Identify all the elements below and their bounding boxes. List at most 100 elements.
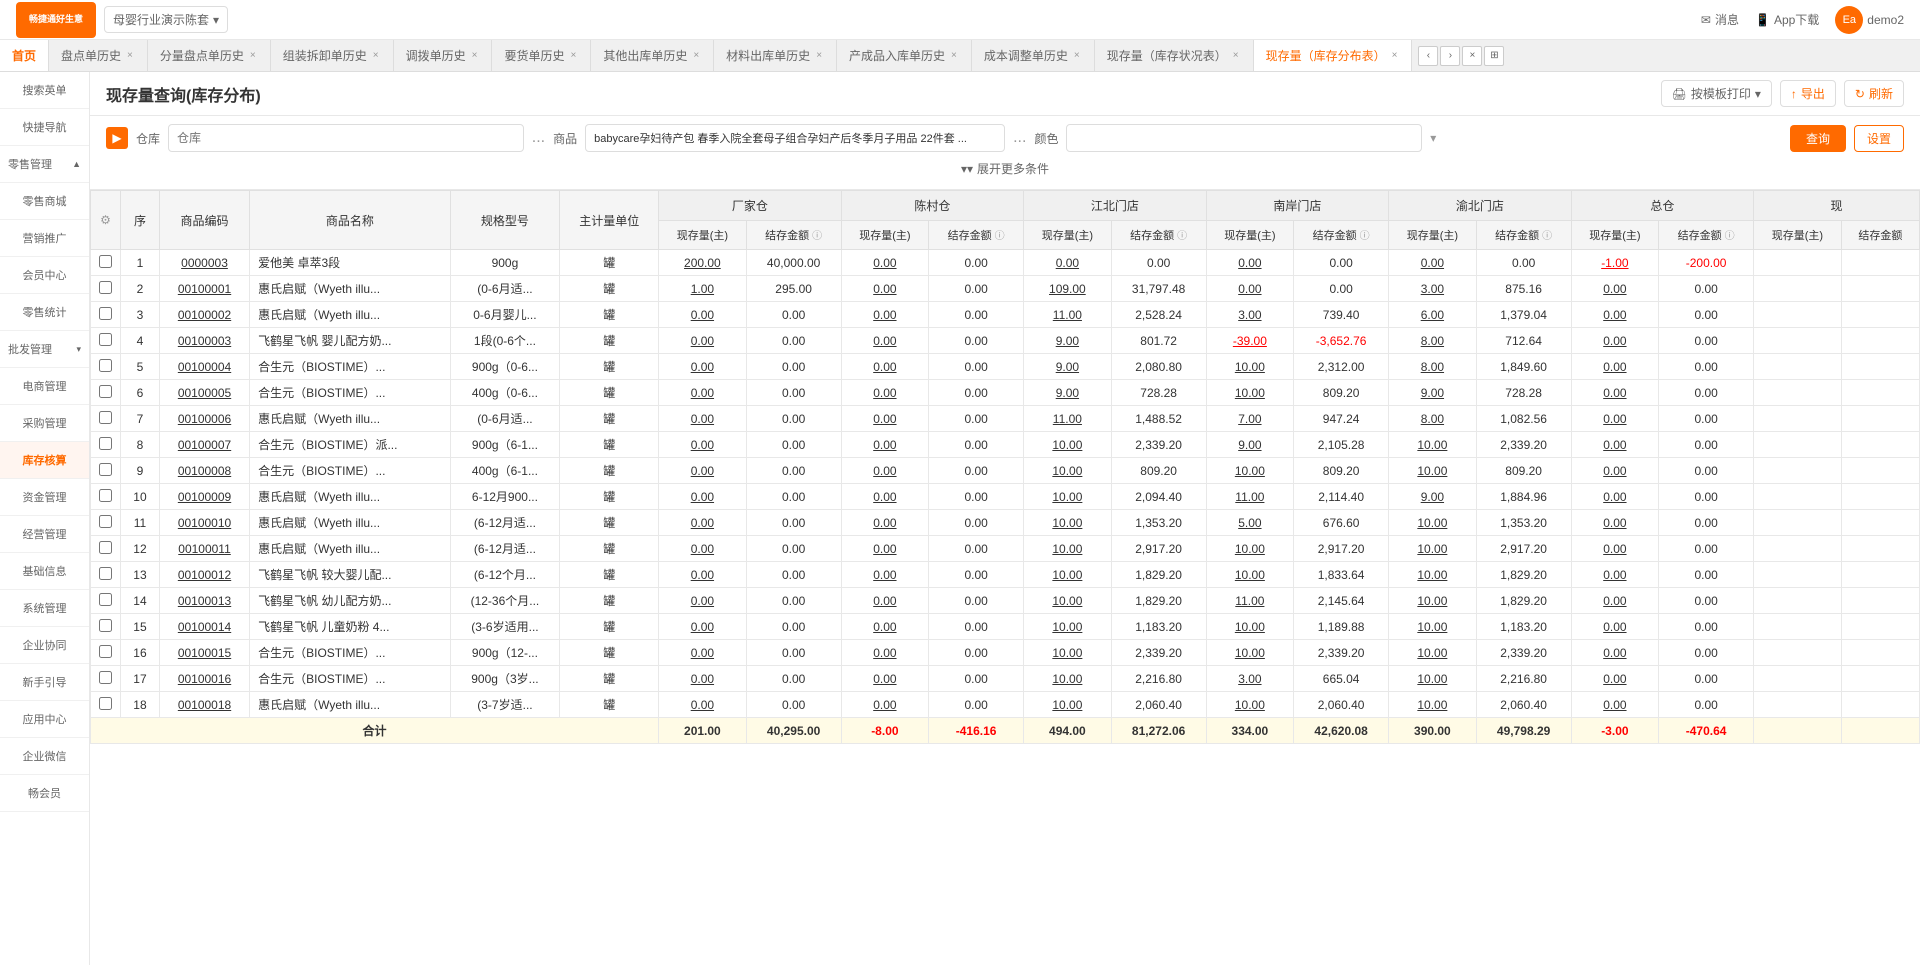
close-tab-stock-dist[interactable]: × [1390, 49, 1400, 62]
th-gear[interactable]: ⚙ [91, 191, 121, 250]
cell-nanan-cur[interactable]: 10.00 [1206, 536, 1294, 562]
sidebar-item-base[interactable]: 基础信息 [0, 553, 89, 590]
cell-jiangbei-cur[interactable]: 10.00 [1024, 484, 1112, 510]
cell-factory-cur[interactable]: 1.00 [659, 276, 747, 302]
cell-jiangbei-cur[interactable]: 10.00 [1024, 614, 1112, 640]
close-tab-order[interactable]: × [568, 49, 578, 62]
cell-yubei-cur[interactable]: 8.00 [1389, 328, 1477, 354]
cell-factory-cur[interactable]: 0.00 [659, 666, 747, 692]
cell-code[interactable]: 00100009 [159, 484, 249, 510]
cell-nanan-cur[interactable]: 10.00 [1206, 640, 1294, 666]
cell-jiangbei-cur[interactable]: 10.00 [1024, 562, 1112, 588]
cell-chen-cur[interactable]: 0.00 [841, 302, 929, 328]
cell-chen-cur[interactable]: 0.00 [841, 432, 929, 458]
cell-checkbox[interactable] [91, 640, 121, 666]
cell-total-cur[interactable]: 0.00 [1571, 588, 1659, 614]
cell-total-cur[interactable]: 0.00 [1571, 406, 1659, 432]
yubei-bal-info-icon[interactable]: ⓘ [1542, 231, 1552, 242]
cell-code[interactable]: 00100018 [159, 692, 249, 718]
cell-nanan-cur[interactable]: 11.00 [1206, 588, 1294, 614]
cell-yubei-cur[interactable]: 10.00 [1389, 536, 1477, 562]
cell-jiangbei-cur[interactable]: 10.00 [1024, 458, 1112, 484]
sidebar-item-app-center[interactable]: 应用中心 [0, 701, 89, 738]
warehouse-dots[interactable]: ... [532, 129, 545, 147]
tab-transfer[interactable]: 调拨单历史 × [394, 40, 493, 72]
cell-jiangbei-cur[interactable]: 10.00 [1024, 432, 1112, 458]
close-tab-cost-adjust[interactable]: × [1072, 49, 1082, 62]
tab-next-btn[interactable]: › [1440, 46, 1460, 66]
cell-checkbox[interactable] [91, 536, 121, 562]
cell-code[interactable]: 00100008 [159, 458, 249, 484]
sidebar-item-finance[interactable]: 资金管理 [0, 479, 89, 516]
tab-cost-adjust[interactable]: 成本调整单历史 × [972, 40, 1095, 72]
export-button[interactable]: ↑ 导出 [1780, 80, 1836, 107]
cell-code[interactable]: 00100003 [159, 328, 249, 354]
cell-chen-cur[interactable]: 0.00 [841, 276, 929, 302]
sidebar-item-operation[interactable]: 经营管理 [0, 516, 89, 553]
cell-nanan-cur[interactable]: 0.00 [1206, 250, 1294, 276]
print-button[interactable]: 🖨 按模板打印 ▾ [1661, 80, 1772, 107]
cell-jiangbei-cur[interactable]: 10.00 [1024, 640, 1112, 666]
cell-factory-cur[interactable]: 0.00 [659, 536, 747, 562]
cell-checkbox[interactable] [91, 406, 121, 432]
cell-factory-cur[interactable]: 0.00 [659, 510, 747, 536]
cell-nanan-cur[interactable]: 10.00 [1206, 354, 1294, 380]
cell-checkbox[interactable] [91, 250, 121, 276]
cell-factory-cur[interactable]: 0.00 [659, 380, 747, 406]
cell-total-cur[interactable]: 0.00 [1571, 276, 1659, 302]
industry-selector[interactable]: 母婴行业演示陈套 ▾ [104, 6, 228, 33]
cell-yubei-cur[interactable]: 9.00 [1389, 380, 1477, 406]
cell-yubei-cur[interactable]: 10.00 [1389, 432, 1477, 458]
cell-chen-cur[interactable]: 0.00 [841, 588, 929, 614]
sidebar-item-retail-mall[interactable]: 零售商城 [0, 183, 89, 220]
query-button[interactable]: 查询 [1790, 125, 1846, 152]
cell-factory-cur[interactable]: 0.00 [659, 302, 747, 328]
color-input[interactable] [1066, 124, 1422, 152]
cell-checkbox[interactable] [91, 562, 121, 588]
tab-expand-btn[interactable]: ⊞ [1484, 46, 1504, 66]
cell-code[interactable]: 00100004 [159, 354, 249, 380]
cell-nanan-cur[interactable]: 0.00 [1206, 276, 1294, 302]
cell-jiangbei-cur[interactable]: 10.00 [1024, 588, 1112, 614]
cell-checkbox[interactable] [91, 484, 121, 510]
cell-nanan-cur[interactable]: 10.00 [1206, 562, 1294, 588]
cell-checkbox[interactable] [91, 614, 121, 640]
sidebar-item-enterprise-wx[interactable]: 企业微信 [0, 738, 89, 775]
cell-code[interactable]: 00100005 [159, 380, 249, 406]
refresh-button[interactable]: ↻ 刷新 [1844, 80, 1904, 107]
close-tab-transfer[interactable]: × [470, 49, 480, 62]
cell-factory-cur[interactable]: 0.00 [659, 406, 747, 432]
cell-jiangbei-cur[interactable]: 10.00 [1024, 692, 1112, 718]
close-tab-other-out[interactable]: × [691, 49, 701, 62]
cell-total-cur[interactable]: 0.00 [1571, 562, 1659, 588]
sidebar-item-marketing[interactable]: 营销推广 [0, 220, 89, 257]
cell-yubei-cur[interactable]: 8.00 [1389, 406, 1477, 432]
cell-total-cur[interactable]: 0.00 [1571, 354, 1659, 380]
cell-chen-cur[interactable]: 0.00 [841, 562, 929, 588]
cell-chen-cur[interactable]: 0.00 [841, 354, 929, 380]
cell-jiangbei-cur[interactable]: 9.00 [1024, 354, 1112, 380]
cell-code[interactable]: 00100006 [159, 406, 249, 432]
cell-yubei-cur[interactable]: 10.00 [1389, 510, 1477, 536]
close-tab-product-in[interactable]: × [949, 49, 959, 62]
cell-nanan-cur[interactable]: 10.00 [1206, 692, 1294, 718]
tab-stock-status[interactable]: 现存量（库存状况表） × [1095, 40, 1254, 72]
cell-checkbox[interactable] [91, 458, 121, 484]
cell-checkbox[interactable] [91, 328, 121, 354]
cell-code[interactable]: 00100001 [159, 276, 249, 302]
cell-factory-cur[interactable]: 0.00 [659, 432, 747, 458]
cell-factory-cur[interactable]: 200.00 [659, 250, 747, 276]
expand-conditions-btn[interactable]: ▾▾ 展开更多条件 [953, 158, 1057, 179]
cell-jiangbei-cur[interactable]: 10.00 [1024, 510, 1112, 536]
cell-total-cur[interactable]: 0.00 [1571, 614, 1659, 640]
tab-close-btn[interactable]: × [1462, 46, 1482, 66]
close-tab-material-out[interactable]: × [814, 49, 824, 62]
cell-factory-cur[interactable]: 0.00 [659, 484, 747, 510]
cell-yubei-cur[interactable]: 10.00 [1389, 562, 1477, 588]
cell-jiangbei-cur[interactable]: 0.00 [1024, 250, 1112, 276]
sidebar-item-member2[interactable]: 畅会员 [0, 775, 89, 812]
sidebar-item-purchase[interactable]: 采购管理 [0, 405, 89, 442]
tab-product-in[interactable]: 产成品入库单历史 × [837, 40, 972, 72]
cell-chen-cur[interactable]: 0.00 [841, 614, 929, 640]
sidebar-item-ecommerce[interactable]: 电商管理 [0, 368, 89, 405]
